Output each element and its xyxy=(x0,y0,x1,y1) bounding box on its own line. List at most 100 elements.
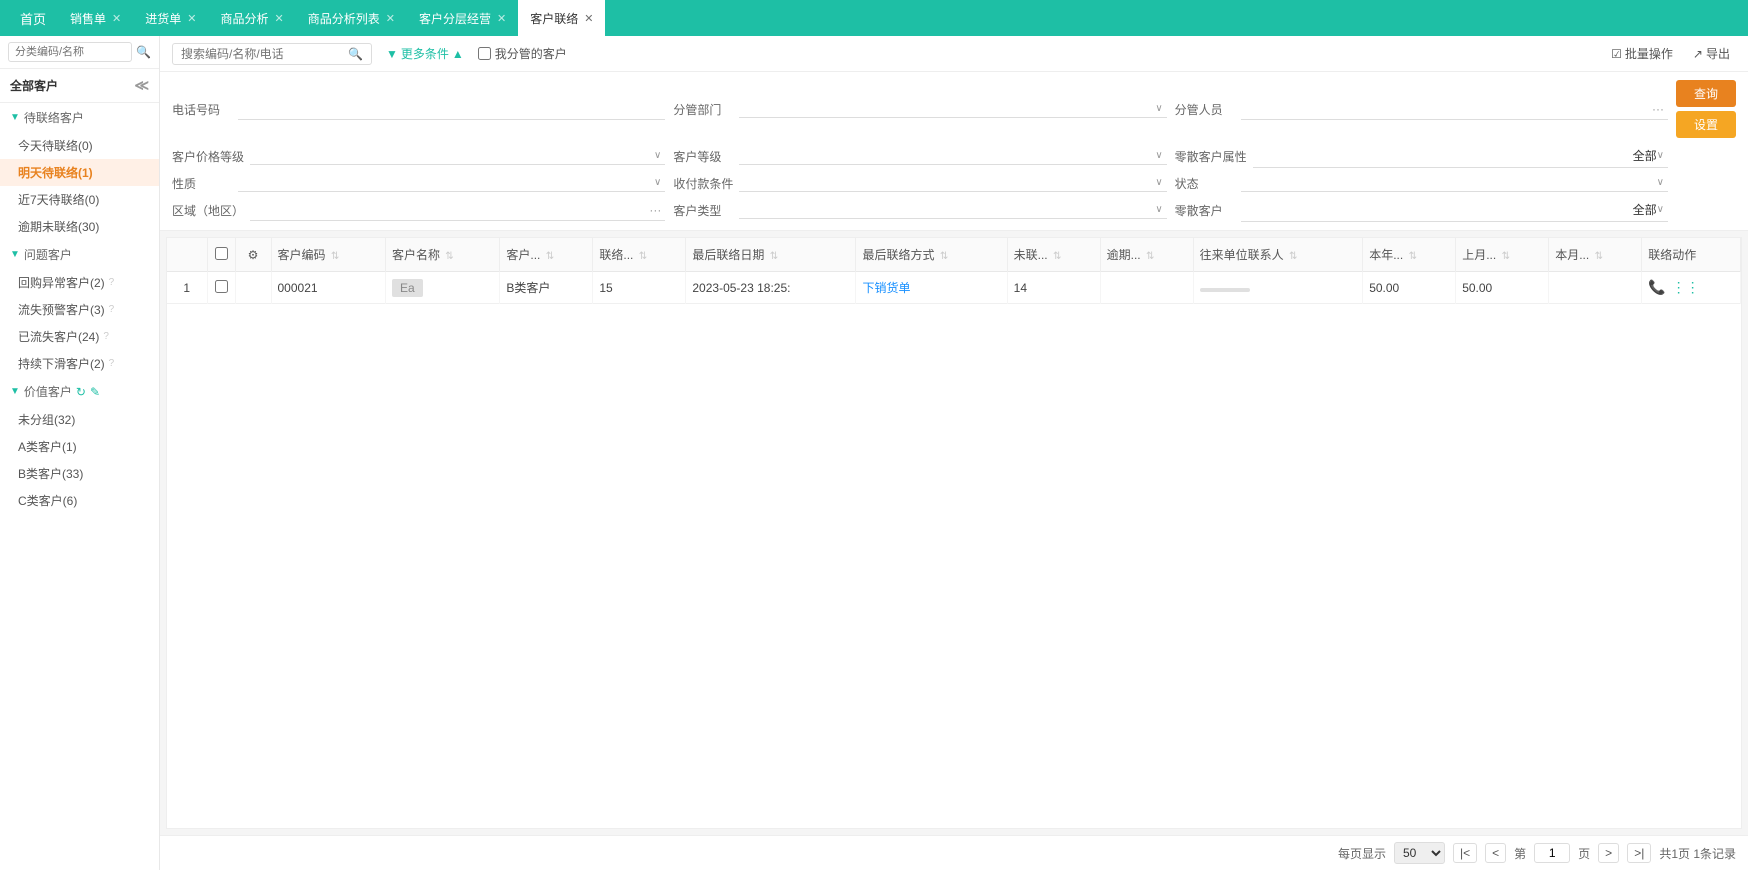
nav-close-customer-contact[interactable]: ✕ xyxy=(584,12,593,25)
batch-operation-btn[interactable]: ☑ 批量操作 xyxy=(1605,42,1679,65)
first-page-btn[interactable]: |< xyxy=(1453,843,1477,863)
export-icon: ↗ xyxy=(1693,47,1703,61)
content-area: 🔍 ▼ 更多条件 ▲ 我分管的客户 ☑ 批量操作 ↗ 导出 xyxy=(160,36,1748,870)
sidebar-item-class-b[interactable]: B类客户(33) xyxy=(0,460,159,487)
nav-close-analysis[interactable]: ✕ xyxy=(275,12,284,25)
toolbar-right: ☑ 批量操作 ↗ 导出 xyxy=(1605,42,1736,65)
sidebar-all-customers[interactable]: 全部客户 ≪ xyxy=(0,69,159,103)
nav-item-analysis-list[interactable]: 商品分析列表 ✕ xyxy=(296,0,407,36)
nav-close-sales[interactable]: ✕ xyxy=(112,12,121,25)
edit-value-icon[interactable]: ✎ xyxy=(90,385,100,399)
filter-region: 区域（地区） ··· xyxy=(172,200,665,221)
sidebar-item-repurchase[interactable]: 回购异常客户(2) ? xyxy=(0,269,159,296)
filter-manager-dots[interactable]: ··· xyxy=(1652,102,1664,116)
filter-dept-select[interactable]: ∨ xyxy=(739,100,1166,118)
col-header-contact[interactable]: 联络... ⇅ xyxy=(593,238,686,272)
filter-customer-level-select[interactable]: ∨ xyxy=(739,147,1166,165)
next-page-btn[interactable]: > xyxy=(1598,843,1619,863)
last-contact-link[interactable]: 下销货单 xyxy=(862,281,910,295)
export-btn[interactable]: ↗ 导出 xyxy=(1687,42,1736,65)
help-icon-declining: ? xyxy=(109,358,115,369)
col-header-this-year[interactable]: 本年... ⇅ xyxy=(1363,238,1456,272)
filter-status-select[interactable]: ∨ xyxy=(1241,174,1668,192)
sidebar-search-input[interactable] xyxy=(8,42,132,62)
help-icon-lost: ? xyxy=(103,331,109,342)
filter-nature-select[interactable]: ∨ xyxy=(238,174,665,192)
filter-retail-attr: 零散客户属性 全部 ∨ xyxy=(1175,144,1668,168)
col-header-this-month[interactable]: 本月... ⇅ xyxy=(1549,238,1642,272)
filter-retail-customer-select[interactable]: 全部 ∨ xyxy=(1241,198,1668,222)
query-button[interactable]: 查询 xyxy=(1676,80,1736,107)
footer-pagination: 每页显示 50 20 100 |< < 第 页 > >| 共1页 1条记录 xyxy=(160,835,1748,870)
last-page-btn[interactable]: >| xyxy=(1627,843,1651,863)
sidebar-section-problem[interactable]: ▼ 问题客户 xyxy=(0,240,159,269)
row-checkbox[interactable] xyxy=(215,280,228,293)
nav-item-customer-tier[interactable]: 客户分层经营 ✕ xyxy=(407,0,518,36)
action-phone-icon[interactable]: 📞 xyxy=(1648,279,1665,296)
sidebar-item-week[interactable]: 近7天待联络(0) xyxy=(0,186,159,213)
nav-close-purchase[interactable]: ✕ xyxy=(187,12,196,25)
table-row: 1 000021 Ea B类客户 15 2023-05-23 18:25: xyxy=(167,272,1741,304)
sidebar-section-value[interactable]: ▼ 价值客户 ↻ ✎ xyxy=(0,377,159,406)
cell-check[interactable] xyxy=(207,272,235,304)
col-header-no-contact[interactable]: 未联... ⇅ xyxy=(1007,238,1100,272)
cell-last-contact-method[interactable]: 下销货单 xyxy=(856,272,1007,304)
col-header-check[interactable] xyxy=(207,238,235,272)
nav-item-customer-contact[interactable]: 客户联络 ✕ xyxy=(518,0,605,36)
col-header-last-month[interactable]: 上月... ⇅ xyxy=(1456,238,1549,272)
toolbar-search-input[interactable] xyxy=(181,47,344,61)
col-header-settings[interactable]: ⚙ xyxy=(235,238,271,272)
filter-region-label: 区域（地区） xyxy=(172,202,244,219)
sidebar-search-icon[interactable]: 🔍 xyxy=(136,45,151,59)
action-more-icon[interactable]: ⋮⋮ xyxy=(1672,279,1700,296)
filter-phone-input[interactable] xyxy=(238,99,665,120)
sidebar-item-class-a[interactable]: A类客户(1) xyxy=(0,433,159,460)
nav-item-sales[interactable]: 销售单 ✕ xyxy=(58,0,133,36)
col-header-customer-code[interactable]: 客户编码 ⇅ xyxy=(271,238,385,272)
filter-chevron-icon: ▲ xyxy=(452,47,464,61)
select-all-checkbox[interactable] xyxy=(215,247,228,260)
filter-nature: 性质 ∨ xyxy=(172,174,665,192)
page-input[interactable] xyxy=(1534,843,1570,863)
sidebar-item-class-c[interactable]: C类客户(6) xyxy=(0,487,159,514)
nav-close-analysis-list[interactable]: ✕ xyxy=(386,12,395,25)
nav-home[interactable]: 首页 xyxy=(8,0,58,36)
col-header-customer-name[interactable]: 客户名称 ⇅ xyxy=(385,238,499,272)
filter-action-col: 查询 设置 xyxy=(1676,80,1736,138)
nav-item-analysis[interactable]: 商品分析 ✕ xyxy=(208,0,295,36)
table-settings-icon[interactable]: ⚙ xyxy=(248,248,259,262)
nav-item-purchase[interactable]: 进货单 ✕ xyxy=(133,0,208,36)
sort-customer-type-icon: ⇅ xyxy=(546,251,554,262)
set-button[interactable]: 设置 xyxy=(1676,111,1736,138)
refresh-value-icon[interactable]: ↻ xyxy=(76,385,86,399)
sidebar-section-pending[interactable]: ▼ 待联络客户 xyxy=(0,103,159,132)
toolbar-search-icon[interactable]: 🔍 xyxy=(348,47,363,61)
col-header-related-contact[interactable]: 往来单位联系人 ⇅ xyxy=(1193,238,1363,272)
col-header-last-contact-method[interactable]: 最后联络方式 ⇅ xyxy=(856,238,1007,272)
filter-customer-type-select[interactable]: ∨ xyxy=(739,201,1166,219)
sidebar-item-ungrouped[interactable]: 未分组(32) xyxy=(0,406,159,433)
sidebar-item-today[interactable]: 今天待联络(0) xyxy=(0,132,159,159)
sidebar-item-lost[interactable]: 已流失客户(24) ? xyxy=(0,323,159,350)
prev-page-btn[interactable]: < xyxy=(1485,843,1506,863)
filter-region-dots[interactable]: ··· xyxy=(649,203,661,217)
sidebar-item-overdue-contact[interactable]: 逾期未联络(30) xyxy=(0,213,159,240)
chevron-nature-icon: ∨ xyxy=(654,177,661,188)
sort-customer-name-icon: ⇅ xyxy=(445,251,453,262)
my-customer-checkbox[interactable] xyxy=(478,47,491,60)
col-header-num xyxy=(167,238,207,272)
col-header-customer-type[interactable]: 客户... ⇅ xyxy=(500,238,593,272)
col-header-last-contact-date[interactable]: 最后联络日期 ⇅ xyxy=(686,238,856,272)
filter-price-select[interactable]: ∨ xyxy=(250,147,665,165)
nav-close-customer-tier[interactable]: ✕ xyxy=(497,12,506,25)
filter-retail-attr-select[interactable]: 全部 ∨ xyxy=(1253,144,1668,168)
my-customer-checkbox-area[interactable]: 我分管的客户 xyxy=(478,45,567,62)
filter-payment-select[interactable]: ∨ xyxy=(739,174,1166,192)
page-size-select[interactable]: 50 20 100 xyxy=(1394,842,1445,864)
help-icon-loss: ? xyxy=(109,304,115,315)
sidebar-item-loss-warning[interactable]: 流失预警客户(3) ? xyxy=(0,296,159,323)
sidebar-item-tomorrow[interactable]: 明天待联络(1) xyxy=(0,159,159,186)
sidebar-item-declining[interactable]: 持续下滑客户(2) ? xyxy=(0,350,159,377)
col-header-overdue[interactable]: 逾期... ⇅ xyxy=(1100,238,1193,272)
filter-more-btn[interactable]: ▼ 更多条件 ▲ xyxy=(380,42,470,65)
